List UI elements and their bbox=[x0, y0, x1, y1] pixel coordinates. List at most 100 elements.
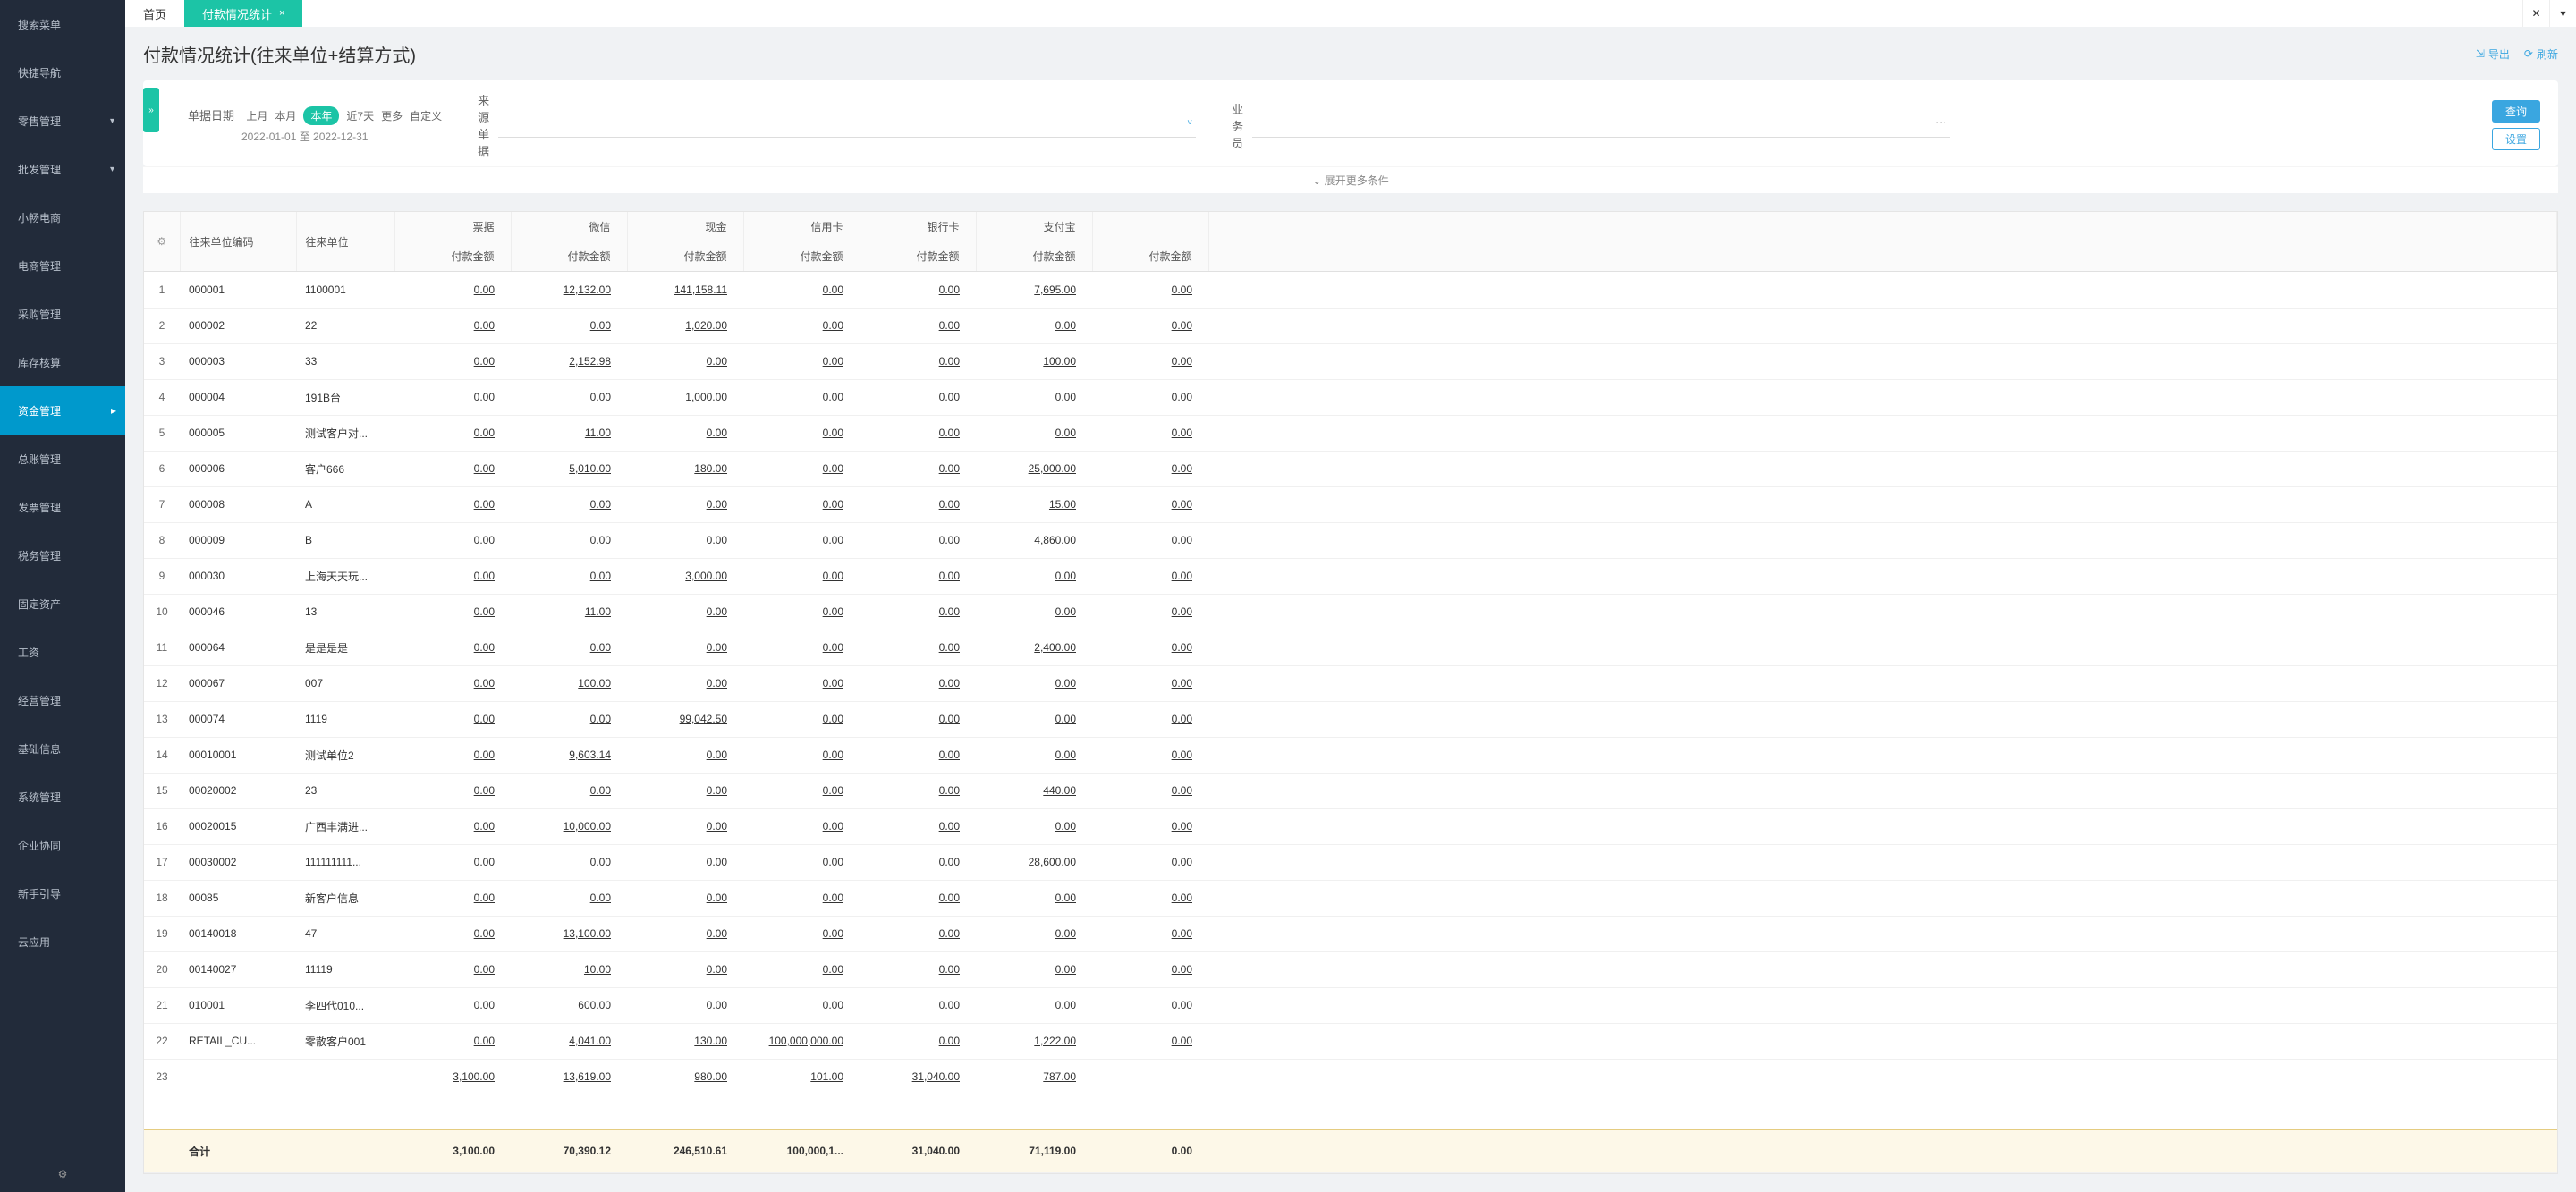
amount-link[interactable]: 101.00 bbox=[810, 1070, 843, 1083]
amount-link[interactable]: 0.00 bbox=[1172, 713, 1192, 725]
amount-link[interactable]: 0.00 bbox=[1055, 999, 1076, 1011]
amount-link[interactable]: 0.00 bbox=[474, 713, 495, 725]
amount-link[interactable]: 100,000,000.00 bbox=[769, 1035, 843, 1047]
amount-link[interactable]: 0.00 bbox=[590, 319, 611, 332]
amount-link[interactable]: 0.00 bbox=[474, 355, 495, 368]
amount-link[interactable]: 0.00 bbox=[823, 534, 843, 546]
amount-link[interactable]: 180.00 bbox=[694, 462, 727, 475]
amount-link[interactable]: 10,000.00 bbox=[564, 820, 611, 833]
amount-link[interactable]: 5,010.00 bbox=[569, 462, 611, 475]
amount-link[interactable]: 0.00 bbox=[823, 641, 843, 654]
table-row[interactable]: 1300007411190.000.0099,042.500.000.000.0… bbox=[144, 701, 2557, 737]
amount-link[interactable]: 0.00 bbox=[707, 963, 727, 976]
amount-link[interactable]: 0.00 bbox=[707, 748, 727, 761]
amount-link[interactable]: 0.00 bbox=[707, 641, 727, 654]
table-row[interactable]: 1400010001测试单位20.009,603.140.000.000.000… bbox=[144, 737, 2557, 773]
amount-link[interactable]: 0.00 bbox=[474, 927, 495, 940]
amount-link[interactable]: 0.00 bbox=[474, 641, 495, 654]
amount-link[interactable]: 13,100.00 bbox=[564, 927, 611, 940]
amount-link[interactable]: 3,000.00 bbox=[685, 570, 727, 582]
amount-link[interactable]: 2,400.00 bbox=[1034, 641, 1076, 654]
amount-link[interactable]: 0.00 bbox=[474, 462, 495, 475]
amount-link[interactable]: 1,222.00 bbox=[1034, 1035, 1076, 1047]
amount-link[interactable]: 0.00 bbox=[1172, 534, 1192, 546]
amount-link[interactable]: 4,860.00 bbox=[1034, 534, 1076, 546]
sidebar-item-12[interactable]: 固定资产 bbox=[0, 579, 125, 628]
amount-link[interactable]: 0.00 bbox=[1172, 820, 1192, 833]
table-row[interactable]: 2000002220.000.001,020.000.000.000.000.0… bbox=[144, 308, 2557, 343]
amount-link[interactable]: 0.00 bbox=[939, 927, 960, 940]
amount-link[interactable]: 0.00 bbox=[823, 999, 843, 1011]
amount-link[interactable]: 0.00 bbox=[1055, 820, 1076, 833]
amount-link[interactable]: 0.00 bbox=[939, 391, 960, 403]
amount-link[interactable]: 0.00 bbox=[1055, 319, 1076, 332]
table-row[interactable]: 11000064是是是是0.000.000.000.000.002,400.00… bbox=[144, 630, 2557, 665]
amount-link[interactable]: 0.00 bbox=[474, 1035, 495, 1047]
amount-link[interactable]: 0.00 bbox=[1055, 570, 1076, 582]
amount-link[interactable]: 0.00 bbox=[1055, 713, 1076, 725]
amount-link[interactable]: 787.00 bbox=[1043, 1070, 1076, 1083]
table-row[interactable]: 100000111000010.0012,132.00141,158.110.0… bbox=[144, 272, 2557, 308]
amount-link[interactable]: 0.00 bbox=[590, 534, 611, 546]
col-unit-header[interactable]: 往来单位 bbox=[296, 212, 394, 271]
table-row[interactable]: 233,100.0013,619.00980.00101.0031,040.00… bbox=[144, 1059, 2557, 1095]
group-header[interactable] bbox=[1092, 212, 1208, 241]
sidebar-item-16[interactable]: 系统管理 bbox=[0, 773, 125, 821]
table-row[interactable]: 1600020015广西丰满进...0.0010,000.000.000.000… bbox=[144, 808, 2557, 844]
tab-1[interactable]: 付款情况统计× bbox=[184, 0, 302, 27]
amount-link[interactable]: 0.00 bbox=[939, 1035, 960, 1047]
amount-link[interactable]: 13,619.00 bbox=[564, 1070, 611, 1083]
amount-link[interactable]: 100.00 bbox=[1043, 355, 1076, 368]
table-row[interactable]: 1800085新客户信息0.000.000.000.000.000.000.00 bbox=[144, 880, 2557, 916]
amount-link[interactable]: 0.00 bbox=[939, 748, 960, 761]
amount-link[interactable]: 0.00 bbox=[1172, 784, 1192, 797]
amount-link[interactable]: 0.00 bbox=[1055, 748, 1076, 761]
amount-link[interactable]: 0.00 bbox=[823, 427, 843, 439]
amount-link[interactable]: 0.00 bbox=[474, 999, 495, 1011]
sidebar-item-19[interactable]: 云应用 bbox=[0, 917, 125, 966]
amount-link[interactable]: 0.00 bbox=[1172, 641, 1192, 654]
amount-link[interactable]: 0.00 bbox=[939, 534, 960, 546]
group-header[interactable]: 银行卡 bbox=[860, 212, 976, 241]
amount-link[interactable]: 2,152.98 bbox=[569, 355, 611, 368]
amount-link[interactable]: 0.00 bbox=[939, 462, 960, 475]
amount-link[interactable]: 0.00 bbox=[590, 892, 611, 904]
amount-link[interactable]: 0.00 bbox=[1172, 927, 1192, 940]
amount-link[interactable]: 11.00 bbox=[585, 605, 611, 618]
amount-link[interactable]: 0.00 bbox=[823, 892, 843, 904]
amount-link[interactable]: 0.00 bbox=[1172, 498, 1192, 511]
amount-link[interactable]: 0.00 bbox=[474, 748, 495, 761]
amount-link[interactable]: 0.00 bbox=[590, 713, 611, 725]
amount-link[interactable]: 0.00 bbox=[1172, 605, 1192, 618]
amount-link[interactable]: 0.00 bbox=[1172, 677, 1192, 689]
date-opt-2[interactable]: 本年 bbox=[303, 106, 339, 125]
amount-link[interactable]: 0.00 bbox=[823, 498, 843, 511]
amount-link[interactable]: 0.00 bbox=[590, 498, 611, 511]
table-row[interactable]: 5000005测试客户对...0.0011.000.000.000.000.00… bbox=[144, 415, 2557, 451]
amount-link[interactable]: 0.00 bbox=[823, 713, 843, 725]
amount-link[interactable]: 0.00 bbox=[939, 283, 960, 296]
sidebar-item-4[interactable]: 小畅电商 bbox=[0, 193, 125, 241]
date-opt-3[interactable]: 近7天 bbox=[346, 108, 374, 123]
sidebar-item-8[interactable]: 资金管理 bbox=[0, 386, 125, 435]
amount-link[interactable]: 0.00 bbox=[823, 355, 843, 368]
amount-link[interactable]: 0.00 bbox=[1055, 605, 1076, 618]
amount-link[interactable]: 0.00 bbox=[474, 319, 495, 332]
amount-link[interactable]: 0.00 bbox=[939, 570, 960, 582]
amount-link[interactable]: 0.00 bbox=[1055, 892, 1076, 904]
amount-link[interactable]: 0.00 bbox=[823, 820, 843, 833]
amount-link[interactable]: 15.00 bbox=[1049, 498, 1076, 511]
amount-link[interactable]: 31,040.00 bbox=[912, 1070, 960, 1083]
filter-collapse-toggle[interactable]: » bbox=[143, 88, 159, 132]
amount-link[interactable]: 0.00 bbox=[707, 856, 727, 868]
sidebar-settings[interactable]: ⚙ bbox=[0, 1156, 125, 1192]
amount-link[interactable]: 0.00 bbox=[939, 319, 960, 332]
amount-link[interactable]: 0.00 bbox=[939, 427, 960, 439]
amount-link[interactable]: 0.00 bbox=[939, 355, 960, 368]
amount-link[interactable]: 0.00 bbox=[823, 570, 843, 582]
sidebar-item-1[interactable]: 快捷导航 bbox=[0, 48, 125, 97]
table-settings-icon[interactable]: ⚙ bbox=[157, 235, 166, 248]
amount-link[interactable]: 0.00 bbox=[474, 856, 495, 868]
amount-link[interactable]: 0.00 bbox=[474, 391, 495, 403]
amount-link[interactable]: 0.00 bbox=[1172, 462, 1192, 475]
